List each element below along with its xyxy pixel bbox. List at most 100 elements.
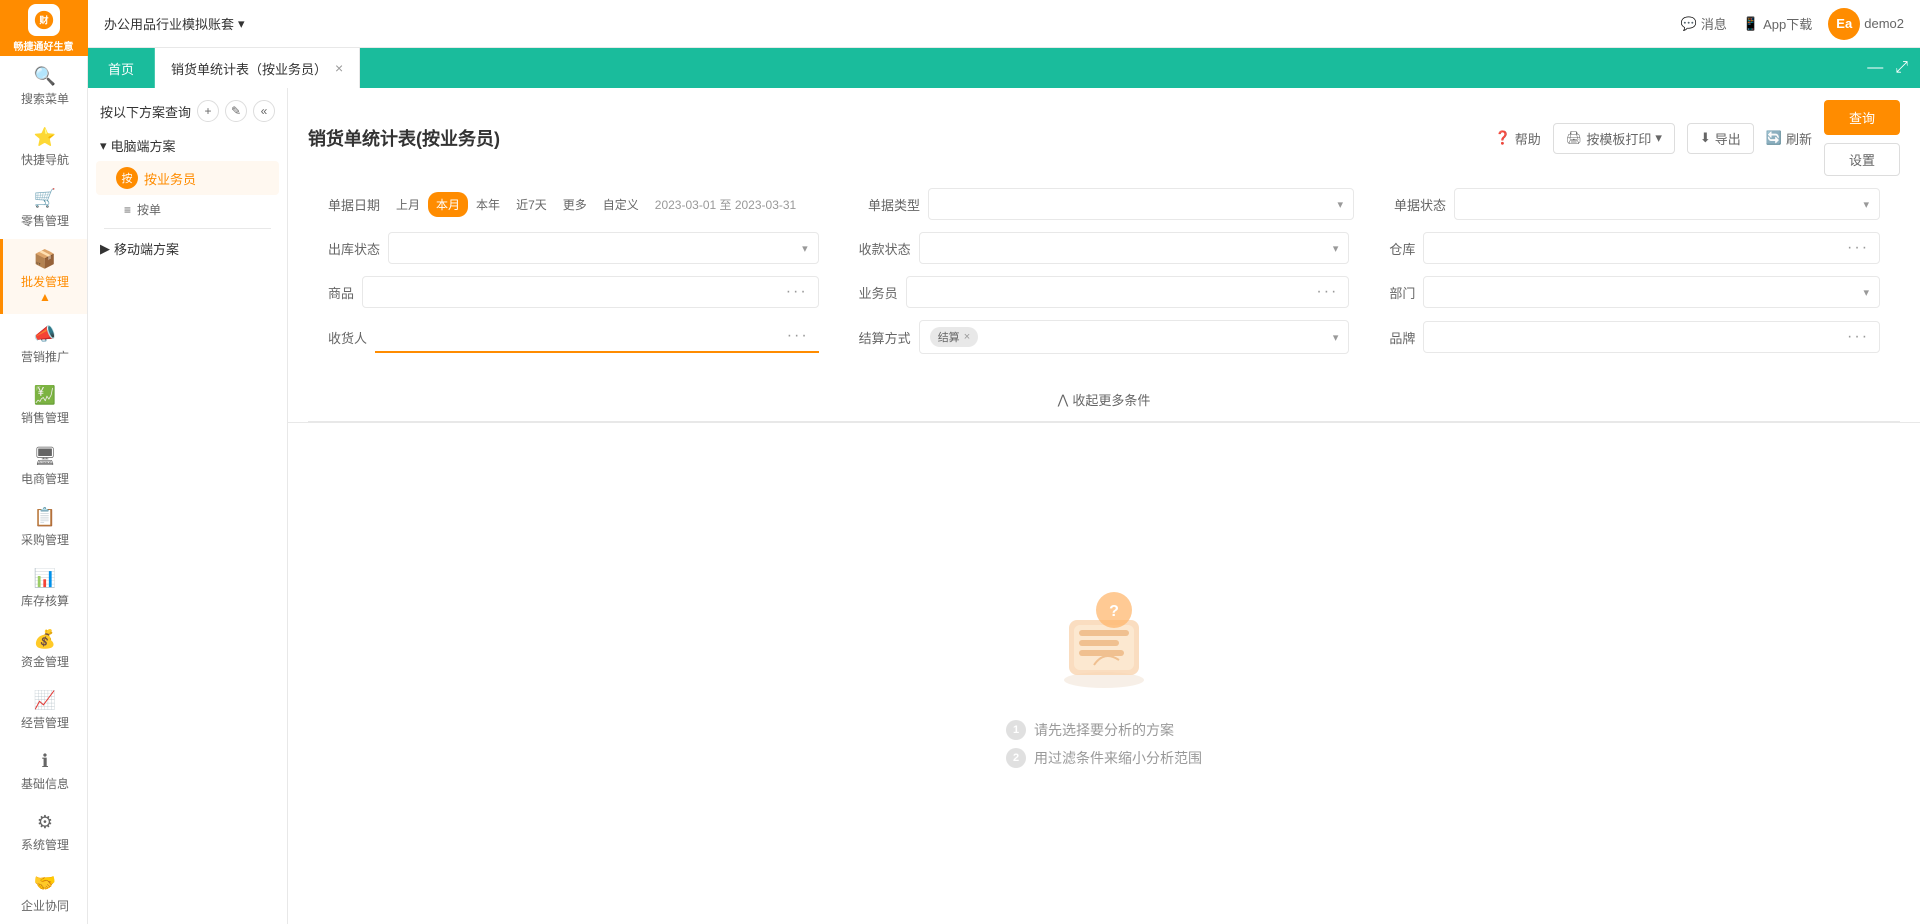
add-scheme-button[interactable]: + [197, 100, 219, 122]
sidebar-item-ecommerce[interactable]: 🖥 电商管理 [0, 436, 87, 497]
sidebar-item-sales[interactable]: 💹 销售管理 [0, 375, 87, 436]
doc-status-control[interactable]: ▾ [1454, 188, 1880, 220]
sidebar-item-label: 零售管理 [21, 212, 69, 229]
collapse-row: ⋀ 收起更多条件 [308, 378, 1900, 422]
sidebar-item-marketing[interactable]: 📣 营销推广 [0, 314, 87, 375]
user-profile-button[interactable]: Ea demo2 [1828, 8, 1904, 40]
tab-minimize-button[interactable]: — [1867, 59, 1883, 77]
delivery-status-control[interactable]: ▾ [388, 232, 819, 264]
template-print-button[interactable]: 🖨 按模板打印 ▾ [1553, 123, 1675, 154]
product-label: 商品 [328, 283, 354, 302]
filter-product: 商品 ··· [328, 276, 819, 308]
help-icon: ❓ [1495, 130, 1511, 146]
logo-icon: 财 [28, 4, 60, 36]
step-2-text: 用过滤条件来缩小分析范围 [1034, 748, 1202, 768]
settlement-tag: 结算 × [930, 327, 978, 347]
edit-scheme-button[interactable]: ✎ [225, 100, 247, 122]
industry-selector[interactable]: 办公用品行业模拟账套 ▾ [104, 14, 245, 33]
scheme-item-by-staff[interactable]: 按 按业务员 [96, 161, 279, 195]
doc-type-control[interactable]: ▾ [928, 188, 1354, 220]
tab-close-button[interactable]: × [335, 60, 343, 76]
filter-date: 单据日期 上月 本月 本年 [328, 192, 828, 217]
date-range: 2023-03-01 至 2023-03-31 [655, 196, 796, 213]
left-panel: 按以下方案查询 + ✎ « ▾ 电脑端方案 [88, 88, 288, 924]
svg-text:?: ? [1109, 603, 1119, 620]
sidebar-item-label: 基础信息 [21, 775, 69, 792]
date-tab-custom[interactable]: 自定义 [595, 192, 647, 217]
warehouse-control[interactable]: ··· [1423, 232, 1880, 264]
date-tab-last7[interactable]: 近7天 [508, 192, 555, 217]
sidebar-item-search[interactable]: 🔍 搜索菜单 [0, 56, 87, 117]
tab-active[interactable]: 销货单统计表（按业务员） × [155, 48, 360, 88]
sidebar-item-shortcut[interactable]: ⭐ 快捷导航 [0, 117, 87, 178]
query-button[interactable]: 查询 [1824, 100, 1900, 135]
receipt-status-control[interactable]: ▾ [919, 232, 1350, 264]
product-control[interactable]: ··· [362, 276, 819, 308]
sidebar-item-inventory[interactable]: 📊 库存核算 [0, 558, 87, 619]
sidebar-item-label: 营销推广 [21, 348, 69, 365]
help-button[interactable]: ❓ 帮助 [1495, 129, 1541, 148]
chevron-up-icon: ▲ [39, 290, 51, 304]
sidebar-item-label: 电商管理 [21, 470, 69, 487]
dropdown-arrow-icon: ▾ [238, 16, 245, 32]
staff-control[interactable]: ··· [906, 276, 1350, 308]
sidebar-item-system[interactable]: ⚙ 系统管理 [0, 802, 87, 863]
sidebar-item-enterprise[interactable]: 🤝 企业协同 [0, 863, 87, 924]
info-icon: ℹ [42, 751, 49, 772]
refresh-icon: 🔄 [1766, 130, 1782, 146]
desktop-scheme-category[interactable]: ▾ 电脑端方案 [96, 130, 279, 161]
dept-control[interactable]: ▾ [1423, 276, 1880, 308]
message-button[interactable]: 💬 消息 [1681, 14, 1727, 33]
chevron-down-icon: ▾ [1863, 286, 1869, 299]
chevron-down-icon: ▾ [1333, 331, 1339, 344]
sidebar-item-label: 资金管理 [21, 653, 69, 670]
home-label: 首页 [108, 59, 134, 78]
plus-icon: + [204, 104, 211, 118]
filter-warehouse: 仓库 ··· [1389, 232, 1880, 264]
collapse-panel-button[interactable]: « [253, 100, 275, 122]
date-tab-this-month[interactable]: 本月 [428, 192, 468, 217]
sidebar-item-operations[interactable]: 📈 经营管理 [0, 680, 87, 741]
refresh-button[interactable]: 🔄 刷新 [1766, 129, 1812, 148]
export-button[interactable]: ⬇ 导出 [1687, 123, 1754, 154]
remove-settlement-button[interactable]: × [964, 331, 970, 343]
sidebar-item-finance[interactable]: 💰 资金管理 [0, 619, 87, 680]
consignee-label: 收货人 [328, 328, 367, 347]
tab-maximize-button[interactable]: ⤢ [1895, 59, 1908, 77]
sidebar-item-purchase[interactable]: 📋 采购管理 [0, 497, 87, 558]
sidebar-item-basic[interactable]: ℹ 基础信息 [0, 741, 87, 802]
settlement-control[interactable]: 结算 × ▾ [919, 320, 1350, 354]
brand-control[interactable]: ··· [1423, 321, 1880, 353]
chevron-down-icon: ▾ [100, 138, 107, 154]
collapse-button[interactable]: ⋀ 收起更多条件 [1042, 386, 1167, 413]
settings-button[interactable]: 设置 [1824, 143, 1900, 176]
header-left: 办公用品行业模拟账套 ▾ [104, 14, 245, 33]
sidebar-item-label: 批发管理 [21, 273, 69, 290]
filter-row-3: 商品 ··· 业务员 ··· [328, 276, 1880, 308]
delivery-status-label: 出库状态 [328, 239, 380, 258]
scheme-divider [104, 228, 271, 229]
date-tab-last-month[interactable]: 上月 [388, 192, 428, 217]
user-initials: Ea [1836, 16, 1852, 31]
megaphone-icon: 📣 [34, 324, 56, 345]
chart-icon: 💹 [34, 385, 56, 406]
app-logo[interactable]: 财 畅捷通好生意 [0, 0, 88, 56]
consignee-control[interactable]: ··· [375, 321, 819, 353]
sub-scheme-item-by-order[interactable]: ≡ 按单 [96, 195, 279, 224]
filter-doc-type: 单据类型 ▾ [868, 188, 1354, 220]
settlement-label: 结算方式 [859, 328, 911, 347]
receipt-status-label: 收款状态 [859, 239, 911, 258]
mobile-scheme-category[interactable]: ▶ 移动端方案 [96, 233, 279, 264]
empty-step-2: 2 用过滤条件来缩小分析范围 [1006, 748, 1202, 768]
desktop-scheme-label: 电脑端方案 [111, 136, 176, 155]
sidebar-item-retail[interactable]: 🛒 零售管理 [0, 178, 87, 239]
tab-label: 销货单统计表（按业务员） [171, 59, 327, 78]
date-tab-more[interactable]: 更多 [555, 192, 595, 217]
tab-home[interactable]: 首页 [88, 48, 155, 88]
app-download-button[interactable]: 📱 App下载 [1743, 14, 1812, 33]
message-label: 消息 [1701, 14, 1727, 33]
page-title: 销货单统计表(按业务员) [308, 125, 500, 151]
sidebar-item-label: 企业协同 [21, 897, 69, 914]
date-tab-this-year[interactable]: 本年 [468, 192, 508, 217]
sidebar-item-wholesale[interactable]: 📦 批发管理 ▲ [0, 239, 87, 314]
